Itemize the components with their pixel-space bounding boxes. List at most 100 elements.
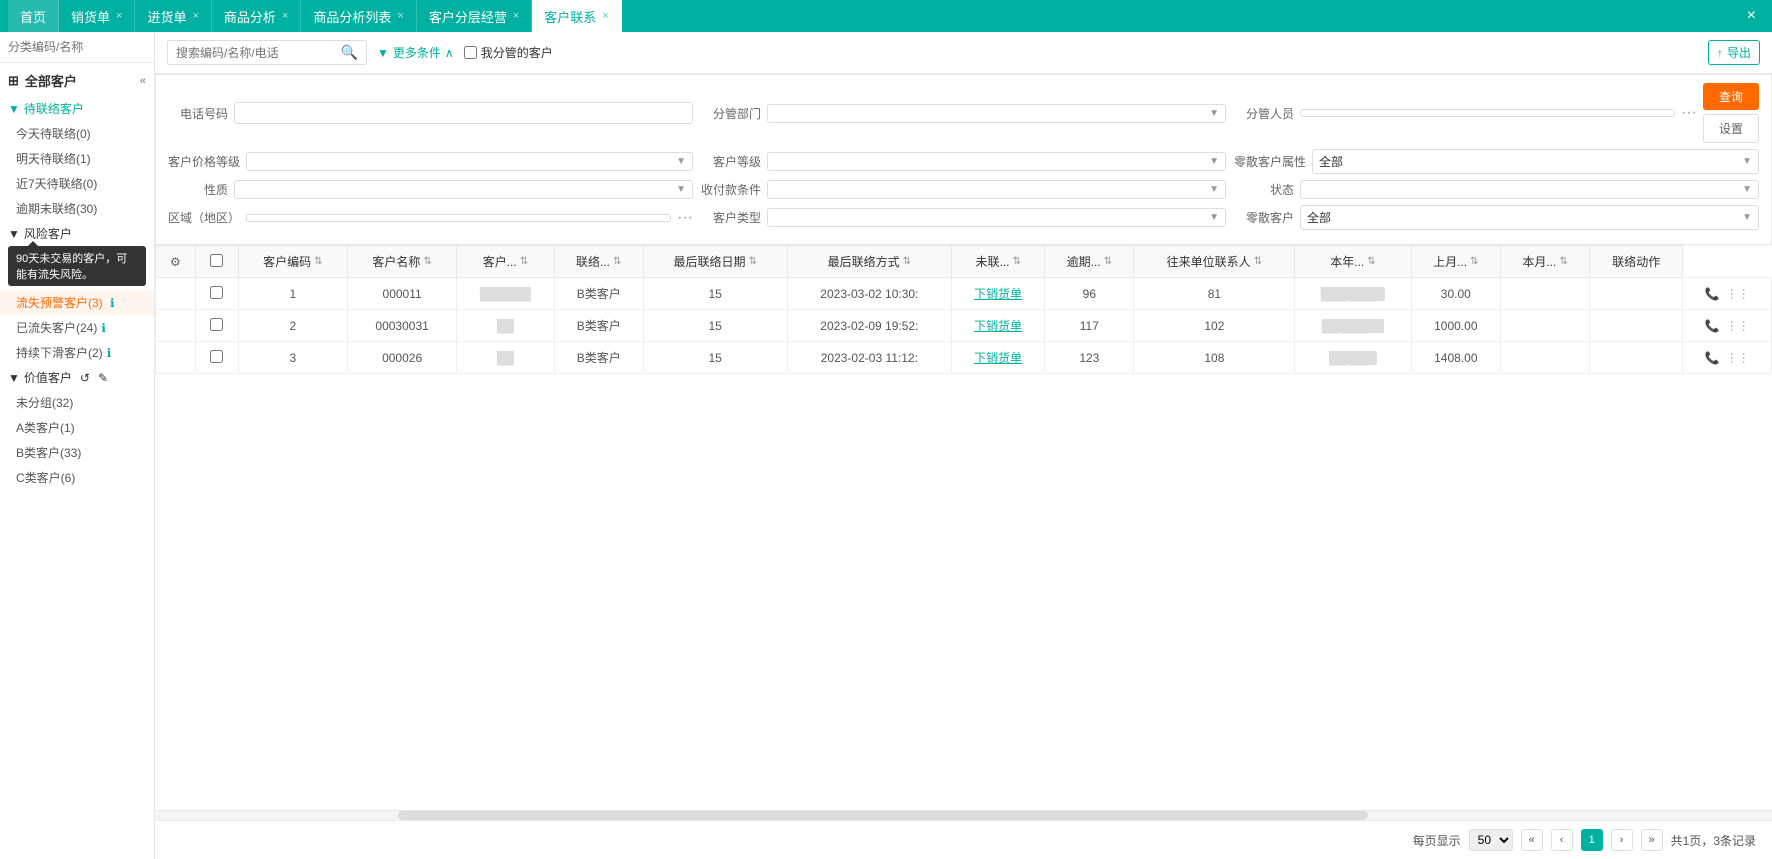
sidebar-group-value[interactable]: ▼ 价值客户 ↺ ✎ <box>0 365 154 390</box>
tab-customer-segment[interactable]: 客户分层经营 × <box>417 0 532 32</box>
filter-customer-level-select[interactable]: ▼ <box>767 152 1226 171</box>
tab-customer-contact[interactable]: 客户联系 × <box>532 0 621 32</box>
row-checkbox[interactable] <box>210 318 223 331</box>
filter-region-select[interactable] <box>246 214 671 222</box>
sidebar-search-input[interactable] <box>8 40 155 54</box>
sidebar-item-today-pending[interactable]: 今天待联络(0) <box>0 121 154 146</box>
call-icon[interactable]: 📞 <box>1705 319 1720 333</box>
sidebar-item-week-pending[interactable]: 近7天待联络(0) <box>0 171 154 196</box>
more-filter-button[interactable]: ▼ 更多条件 ∧ <box>377 44 454 61</box>
last-page-button[interactable]: » <box>1641 829 1663 851</box>
cell-last-method[interactable]: 下销货单 <box>952 310 1045 342</box>
value-refresh-icon[interactable]: ↺ <box>80 371 90 385</box>
th-code[interactable]: 客户编码⇅ <box>238 246 347 278</box>
tab-product-analysis-list-close[interactable]: × <box>397 10 403 22</box>
filter-price-level-select[interactable]: ▼ <box>246 152 693 171</box>
filter-zero-prop-select[interactable]: 全部 ▼ <box>1312 149 1759 174</box>
my-customer-checkbox[interactable] <box>464 46 477 59</box>
tab-home[interactable]: 首页 <box>8 0 59 32</box>
sidebar-item-class-a[interactable]: A类客户(1) <box>0 415 154 440</box>
call-icon[interactable]: 📞 <box>1705 351 1720 365</box>
cell-action[interactable]: 📞 ⋮⋮ <box>1683 278 1772 310</box>
th-this-year[interactable]: 本年...⇅ <box>1295 246 1411 278</box>
export-button[interactable]: ↑ 导出 <box>1708 40 1760 65</box>
sidebar-item-churned[interactable]: 已流失客户(24) ℹ <box>0 315 154 340</box>
th-last-date[interactable]: 最后联络日期⇅ <box>643 246 787 278</box>
tab-customer-segment-close[interactable]: × <box>513 10 519 22</box>
tab-customer-contact-close[interactable]: × <box>602 10 608 22</box>
filter-region-dots[interactable]: ··· <box>677 209 693 227</box>
tab-purchase-close[interactable]: × <box>192 10 198 22</box>
th-overdue[interactable]: 逾期...⇅ <box>1045 246 1134 278</box>
action-icons[interactable]: 📞 ⋮⋮ <box>1691 287 1763 301</box>
action-icons[interactable]: 📞 ⋮⋮ <box>1691 351 1763 365</box>
th-this-month[interactable]: 本月...⇅ <box>1500 246 1589 278</box>
sidebar-collapse-btn[interactable]: « <box>140 75 146 87</box>
next-page-button[interactable]: › <box>1611 829 1633 851</box>
current-page-button[interactable]: 1 <box>1581 829 1603 851</box>
cell-last-method[interactable]: 下销货单 <box>952 278 1045 310</box>
last-method-link[interactable]: 下销货单 <box>974 319 1022 333</box>
row-checkbox[interactable] <box>210 350 223 363</box>
th-name[interactable]: 客户名称⇅ <box>347 246 456 278</box>
filter-manager-select[interactable] <box>1300 109 1675 117</box>
main-search-icon[interactable]: 🔍 <box>341 44 358 61</box>
th-contact[interactable]: 联络...⇅ <box>554 246 643 278</box>
more-action-icon[interactable]: ⋮⋮ <box>1726 319 1750 333</box>
tab-sales-close[interactable]: × <box>116 10 122 22</box>
horizontal-scrollbar[interactable] <box>155 810 1772 820</box>
filter-customer-type-select[interactable]: ▼ <box>767 208 1226 227</box>
filter-nature-select[interactable]: ▼ <box>234 180 693 199</box>
select-all-checkbox[interactable] <box>210 254 223 267</box>
sidebar-item-ungroups[interactable]: 未分组(32) <box>0 390 154 415</box>
tab-product-analysis[interactable]: 商品分析 × <box>212 0 301 32</box>
main-search-input[interactable] <box>176 46 337 60</box>
value-edit-icon[interactable]: ✎ <box>98 371 108 385</box>
th-last-method[interactable]: 最后联络方式⇅ <box>787 246 952 278</box>
tab-product-analysis-list[interactable]: 商品分析列表 × <box>301 0 416 32</box>
my-customer-checkbox-area[interactable]: 我分管的客户 <box>464 44 553 61</box>
filter-status-select[interactable]: ▼ <box>1300 180 1759 199</box>
more-action-icon[interactable]: ⋮⋮ <box>1726 351 1750 365</box>
sidebar-item-class-c[interactable]: C类客户(6) <box>0 465 154 490</box>
tab-purchase[interactable]: 进货单 × <box>135 0 211 32</box>
prev-page-button[interactable]: ‹ <box>1551 829 1573 851</box>
filter-zero-customer-select[interactable]: 全部 ▼ <box>1300 205 1759 230</box>
filter-dept-select[interactable]: ▼ <box>767 104 1226 123</box>
more-action-icon[interactable]: ⋮⋮ <box>1726 287 1750 301</box>
sidebar-group-risk[interactable]: ▼ 风险客户 <box>0 221 154 246</box>
cell-checkbox[interactable] <box>195 310 238 342</box>
th-settings[interactable]: ⚙ <box>156 246 196 278</box>
sidebar-item-overdue[interactable]: 逾期未联络(30) <box>0 196 154 221</box>
query-button[interactable]: 查询 <box>1703 83 1759 110</box>
cell-last-method[interactable]: 下销货单 <box>952 342 1045 374</box>
sidebar-group-pending[interactable]: ▼ 待联络客户 <box>0 96 154 121</box>
filter-payment-select[interactable]: ▼ <box>767 180 1226 199</box>
sidebar-item-declining[interactable]: 持续下滑客户(2) ℹ <box>0 340 154 365</box>
first-page-button[interactable]: « <box>1521 829 1543 851</box>
close-all-button[interactable]: × <box>1739 7 1764 25</box>
last-method-link[interactable]: 下销货单 <box>974 351 1022 365</box>
sidebar-item-class-b[interactable]: B类客户(33) <box>0 440 154 465</box>
settings-button[interactable]: 设置 <box>1703 114 1759 143</box>
row-checkbox[interactable] <box>210 286 223 299</box>
sidebar-item-tomorrow-pending[interactable]: 明天待联络(1) <box>0 146 154 171</box>
last-method-link[interactable]: 下销货单 <box>974 287 1022 301</box>
cell-action[interactable]: 📞 ⋮⋮ <box>1683 342 1772 374</box>
filter-manager-dots[interactable]: ··· <box>1681 104 1697 122</box>
column-settings-icon[interactable]: ⚙ <box>170 255 181 269</box>
per-page-select[interactable]: 50 <box>1469 829 1513 851</box>
sidebar-all-customers[interactable]: ⊞ 全部客户 « <box>0 63 154 96</box>
th-no-contact[interactable]: 未联...⇅ <box>952 246 1045 278</box>
th-last-month[interactable]: 上月...⇅ <box>1411 246 1500 278</box>
cell-checkbox[interactable] <box>195 342 238 374</box>
sidebar-item-churn-warning[interactable]: 流失预警客户(3) ℹ <box>0 290 154 315</box>
call-icon[interactable]: 📞 <box>1705 287 1720 301</box>
cell-checkbox[interactable] <box>195 278 238 310</box>
filter-phone-input[interactable] <box>234 102 693 124</box>
tab-product-analysis-close[interactable]: × <box>282 10 288 22</box>
th-checkbox[interactable] <box>195 246 238 278</box>
cell-action[interactable]: 📞 ⋮⋮ <box>1683 310 1772 342</box>
th-contact-person[interactable]: 往来单位联系人⇅ <box>1134 246 1295 278</box>
action-icons[interactable]: 📞 ⋮⋮ <box>1691 319 1763 333</box>
